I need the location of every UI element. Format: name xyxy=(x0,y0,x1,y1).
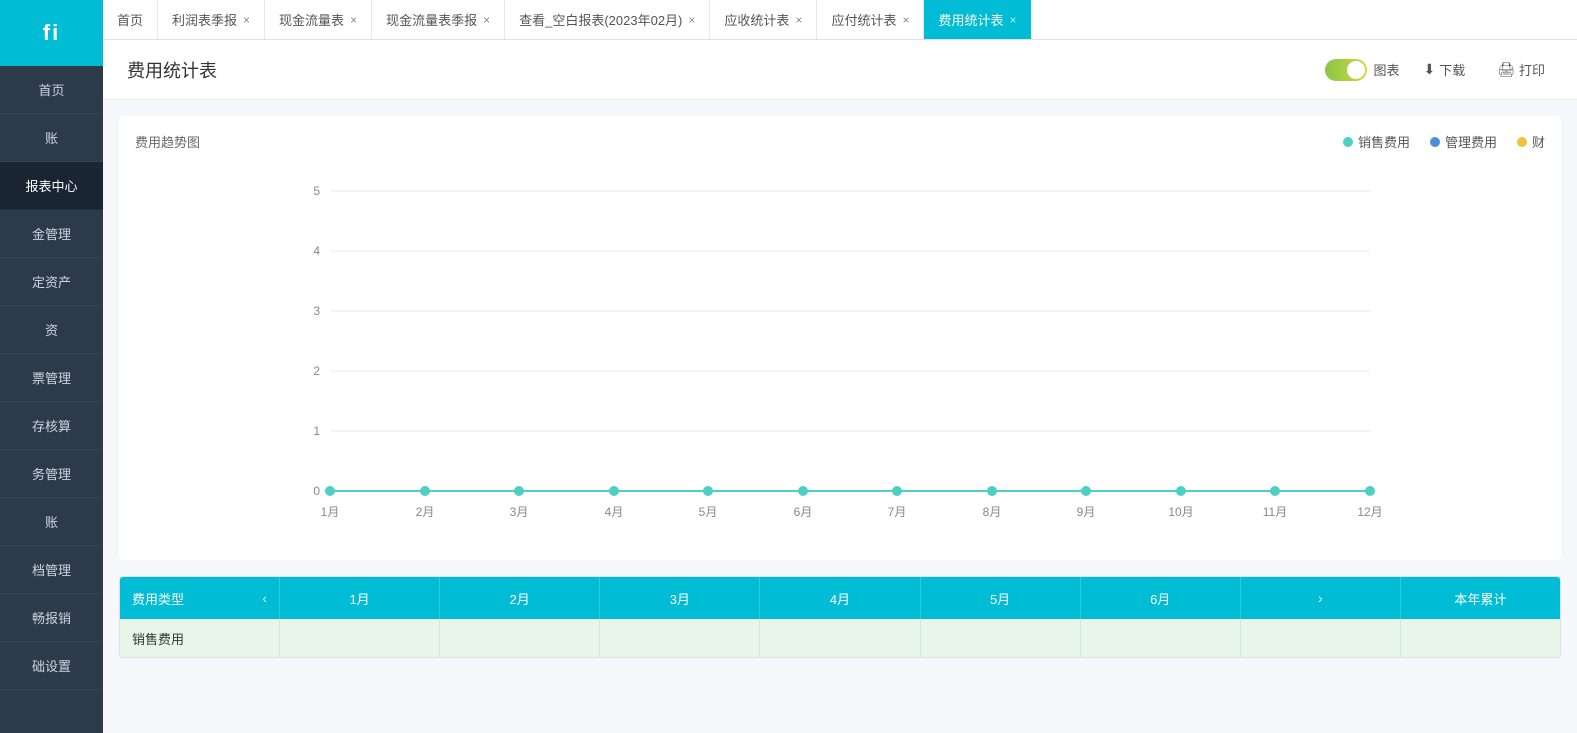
sidebar-scroll: 首页 账 报表中心 金管理 定资产 资 票管理 存核算 务管理 账 档管理 畅报… xyxy=(0,66,103,733)
tab-close-4[interactable]: × xyxy=(688,13,695,27)
svg-text:7月: 7月 xyxy=(888,505,907,519)
sidebar: fi 首页 账 报表中心 金管理 定资产 资 票管理 存核算 务管理 账 档管理… xyxy=(0,0,103,733)
tab-receivable[interactable]: 应收统计表 × xyxy=(710,0,817,40)
svg-text:3: 3 xyxy=(313,304,320,318)
sidebar-item-cash[interactable]: 金管理 xyxy=(0,210,103,258)
chart-header: 费用趋势图 销售费用 管理费用 财 xyxy=(135,132,1545,151)
tab-profit-quarterly[interactable]: 利润表季报 × xyxy=(158,0,265,40)
td-6 xyxy=(1081,619,1241,657)
tab-cashflow-quarterly[interactable]: 现金流量表季报 × xyxy=(372,0,505,40)
sidebar-item-invoice[interactable]: 票管理 xyxy=(0,354,103,402)
tab-cashflow[interactable]: 现金流量表 × xyxy=(265,0,372,40)
page-title: 费用统计表 xyxy=(127,57,217,83)
table-row-sales: 销售费用 xyxy=(120,619,1560,657)
sidebar-item-service[interactable]: 务管理 xyxy=(0,450,103,498)
legend-finance: 财 xyxy=(1517,132,1545,151)
tab-blank-report[interactable]: 查看_空白报表(2023年02月) × xyxy=(505,0,710,40)
tab-close-3[interactable]: × xyxy=(483,13,490,27)
svg-text:8月: 8月 xyxy=(983,505,1002,519)
svg-text:1月: 1月 xyxy=(321,505,340,519)
th-month-3: 3月 xyxy=(600,577,760,619)
tab-close-1[interactable]: × xyxy=(243,13,250,27)
svg-text:10月: 10月 xyxy=(1168,505,1193,519)
sidebar-item-resource[interactable]: 资 xyxy=(0,306,103,354)
print-button[interactable]: 🖨 打印 xyxy=(1489,56,1553,83)
th-month-2: 2月 xyxy=(440,577,600,619)
svg-text:1: 1 xyxy=(313,424,320,438)
chart-toggle-wrap: 图表 xyxy=(1325,59,1399,81)
svg-text:6月: 6月 xyxy=(794,505,813,519)
svg-text:2: 2 xyxy=(313,364,320,378)
svg-text:9月: 9月 xyxy=(1077,505,1096,519)
sidebar-item-inventory[interactable]: 存核算 xyxy=(0,402,103,450)
svg-text:5: 5 xyxy=(313,184,320,198)
sidebar-item-expense[interactable]: 畅报销 xyxy=(0,594,103,642)
td-1 xyxy=(280,619,440,657)
tab-close-5[interactable]: × xyxy=(795,13,802,27)
td-type-sales: 销售费用 xyxy=(120,619,280,657)
download-icon: ⬇ xyxy=(1423,61,1435,78)
th-next-arrow-cell: › xyxy=(1241,577,1401,619)
tab-close-2[interactable]: × xyxy=(350,13,357,27)
legend-dot-sales xyxy=(1343,137,1353,147)
next-arrow[interactable]: › xyxy=(1318,590,1323,606)
legend-dot-admin xyxy=(1430,137,1440,147)
th-month-5: 5月 xyxy=(921,577,1081,619)
chart-toggle-label: 图表 xyxy=(1373,60,1399,79)
print-icon: 🖨 xyxy=(1497,61,1515,78)
download-button[interactable]: ⬇ 下载 xyxy=(1415,56,1473,83)
svg-text:0: 0 xyxy=(313,484,320,498)
sidebar-item-settings[interactable]: 础设置 xyxy=(0,642,103,690)
tab-home[interactable]: 首页 xyxy=(103,0,158,40)
th-month-6: 6月 xyxy=(1081,577,1241,619)
svg-text:11月: 11月 xyxy=(1263,505,1287,519)
td-5 xyxy=(921,619,1081,657)
th-type: 费用类型 ‹ xyxy=(120,577,280,619)
prev-arrow[interactable]: ‹ xyxy=(262,590,267,606)
sidebar-item-ledger[interactable]: 账 xyxy=(0,498,103,546)
chart-title: 费用趋势图 xyxy=(135,132,200,151)
td-3 xyxy=(600,619,760,657)
sidebar-item-assets[interactable]: 定资产 xyxy=(0,258,103,306)
page-header: 费用统计表 图表 ⬇ 下载 🖨 打印 xyxy=(103,40,1577,100)
svg-text:5月: 5月 xyxy=(699,505,718,519)
table-header-row: 费用类型 ‹ 1月 2月 3月 4月 5月 6月 › 本年累计 xyxy=(120,577,1560,619)
svg-text:2月: 2月 xyxy=(416,505,435,519)
chart-svg: 5 4 3 2 1 0 1月 2月 3月 4月 5月 6月 7月 8月 xyxy=(135,161,1545,544)
tab-bar: 首页 利润表季报 × 现金流量表 × 现金流量表季报 × 查看_空白报表(202… xyxy=(103,0,1577,40)
svg-text:4: 4 xyxy=(313,244,320,258)
tab-expense-stats[interactable]: 费用统计表 × xyxy=(924,0,1031,40)
page-content: 费用统计表 图表 ⬇ 下载 🖨 打印 费用趋势图 xyxy=(103,40,1577,733)
legend-admin: 管理费用 xyxy=(1430,132,1497,151)
td-2 xyxy=(440,619,600,657)
svg-text:3月: 3月 xyxy=(510,505,529,519)
tab-close-7[interactable]: × xyxy=(1009,13,1016,27)
svg-text:4月: 4月 xyxy=(605,505,624,519)
sidebar-logo: fi xyxy=(0,0,103,66)
th-month-1: 1月 xyxy=(280,577,440,619)
legend-sales: 销售费用 xyxy=(1343,132,1410,151)
header-actions: 图表 ⬇ 下载 🖨 打印 xyxy=(1325,56,1553,83)
th-total: 本年累计 xyxy=(1401,577,1560,619)
td-total xyxy=(1401,619,1560,657)
chart-toggle[interactable] xyxy=(1325,59,1367,81)
td-4 xyxy=(760,619,920,657)
svg-text:12月: 12月 xyxy=(1357,505,1382,519)
th-month-4: 4月 xyxy=(760,577,920,619)
td-arrow-spacer xyxy=(1241,619,1401,657)
sidebar-item-home[interactable]: 首页 xyxy=(0,66,103,114)
tab-payable[interactable]: 应付统计表 × xyxy=(817,0,924,40)
chart-legend: 销售费用 管理费用 财 xyxy=(1343,132,1545,151)
tab-close-6[interactable]: × xyxy=(902,13,909,27)
sidebar-item-archive[interactable]: 档管理 xyxy=(0,546,103,594)
sidebar-item-reports[interactable]: 报表中心 xyxy=(0,162,103,210)
sidebar-item-account[interactable]: 账 xyxy=(0,114,103,162)
main-content: 首页 利润表季报 × 现金流量表 × 现金流量表季报 × 查看_空白报表(202… xyxy=(103,0,1577,733)
legend-dot-finance xyxy=(1517,137,1527,147)
data-table: 费用类型 ‹ 1月 2月 3月 4月 5月 6月 › 本年累计 销售费用 xyxy=(119,576,1561,658)
chart-container: 费用趋势图 销售费用 管理费用 财 xyxy=(119,116,1561,560)
